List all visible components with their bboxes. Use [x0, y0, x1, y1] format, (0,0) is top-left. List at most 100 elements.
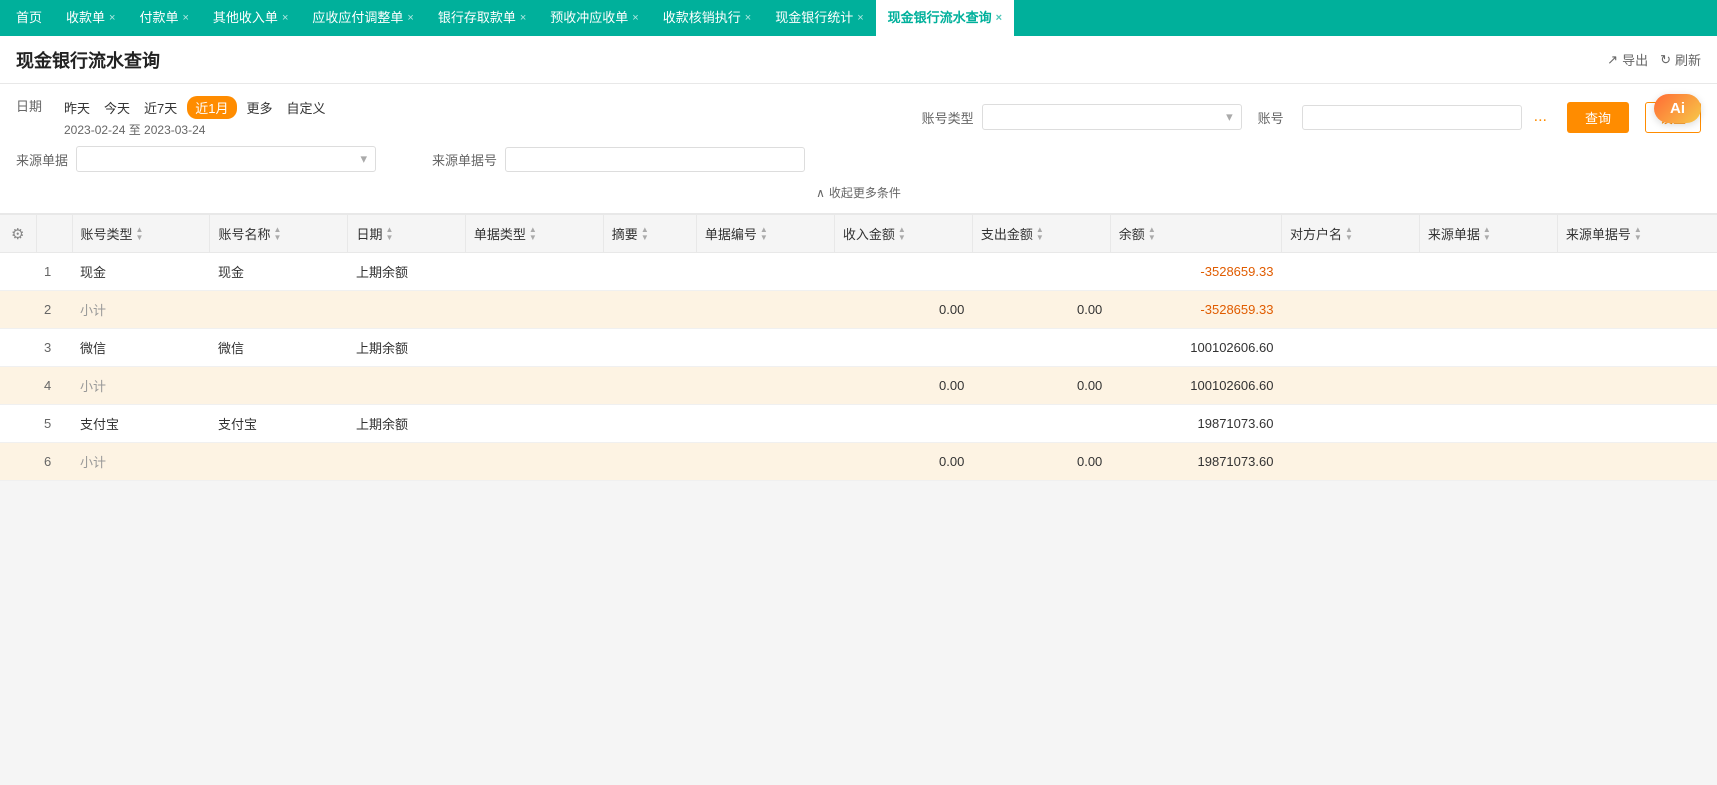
- cell-account-name: [210, 367, 348, 405]
- date-option-近1月[interactable]: 近1月: [187, 96, 236, 119]
- account-type-group: 账号类型 ▾: [922, 104, 1242, 130]
- table-row: 3微信微信上期余额100102606.60: [0, 329, 1717, 367]
- date-option-更多[interactable]: 更多: [243, 96, 277, 119]
- date-range: 2023-02-24 至 2023-03-24: [64, 121, 330, 138]
- sort-arrows-balance: ▲▼: [1148, 226, 1156, 242]
- table-row: 5支付宝支付宝上期余额19871073.60: [0, 405, 1717, 443]
- nav-item-应收应付调整单[interactable]: 应收应付调整单×: [300, 0, 425, 36]
- date-label: 日期: [16, 96, 52, 115]
- date-option-昨天[interactable]: 昨天: [60, 96, 94, 119]
- close-icon[interactable]: ×: [282, 0, 288, 36]
- filter-area: 日期 昨天今天近7天近1月更多自定义 2023-02-24 至 2023-03-…: [0, 84, 1717, 214]
- nav-item-付款单[interactable]: 付款单×: [127, 0, 200, 36]
- header-actions: ↗ 导出 ↻ 刷新: [1607, 50, 1701, 69]
- col-header-source_doc_no[interactable]: 来源单据号▲▼: [1557, 215, 1717, 253]
- cell-account-name: 微信: [210, 329, 348, 367]
- gear-icon[interactable]: ⚙: [11, 226, 24, 243]
- collapse-up-icon: ∧: [816, 186, 825, 200]
- main-table: ⚙账号类型▲▼账号名称▲▼日期▲▼单据类型▲▼摘要▲▼单据编号▲▼收入金额▲▼支…: [0, 214, 1717, 481]
- account-type-select[interactable]: ▾: [982, 104, 1242, 130]
- source-doc-group: 来源单据 ▾: [16, 146, 376, 172]
- nav-item-收款单[interactable]: 收款单×: [54, 0, 127, 36]
- col-header-account_type[interactable]: 账号类型▲▼: [72, 215, 210, 253]
- table-row: 6小计0.000.0019871073.60: [0, 443, 1717, 481]
- col-header-doc_no[interactable]: 单据编号▲▼: [696, 215, 834, 253]
- col-header-counterpart[interactable]: 对方户名▲▼: [1281, 215, 1419, 253]
- close-icon[interactable]: ×: [520, 0, 526, 36]
- col-header-source_doc[interactable]: 来源单据▲▼: [1419, 215, 1557, 253]
- close-icon[interactable]: ×: [109, 0, 115, 36]
- nav-item-预收冲应收单[interactable]: 预收冲应收单×: [538, 0, 650, 36]
- sort-arrows-account_type: ▲▼: [136, 226, 144, 242]
- close-icon[interactable]: ×: [407, 0, 413, 36]
- date-option-近7天[interactable]: 近7天: [140, 96, 181, 119]
- date-filter-group: 日期 昨天今天近7天近1月更多自定义 2023-02-24 至 2023-03-…: [16, 96, 330, 138]
- source-doc-select[interactable]: ▾: [76, 146, 376, 172]
- refresh-button[interactable]: ↻ 刷新: [1660, 50, 1701, 69]
- cell-account-type: 小计: [72, 367, 210, 405]
- table-container: ⚙账号类型▲▼账号名称▲▼日期▲▼单据类型▲▼摘要▲▼单据编号▲▼收入金额▲▼支…: [0, 214, 1717, 481]
- col-header-num: [36, 215, 72, 253]
- cell-account-type: 微信: [72, 329, 210, 367]
- export-icon: ↗: [1607, 52, 1618, 68]
- col-header-date[interactable]: 日期▲▼: [348, 215, 465, 253]
- nav-item-其他收入单[interactable]: 其他收入单×: [201, 0, 300, 36]
- page-header: 现金银行流水查询 ↗ 导出 ↻ 刷新: [0, 36, 1717, 84]
- col-header-account_name[interactable]: 账号名称▲▼: [210, 215, 348, 253]
- cell-account-type: 支付宝: [72, 405, 210, 443]
- close-icon[interactable]: ×: [182, 0, 188, 36]
- filter-row-1: 日期 昨天今天近7天近1月更多自定义 2023-02-24 至 2023-03-…: [16, 96, 1701, 138]
- col-header-balance[interactable]: 余额▲▼: [1110, 215, 1281, 253]
- col-header-settings: ⚙: [0, 215, 36, 253]
- table-row: 4小计0.000.00100102606.60: [0, 367, 1717, 405]
- close-icon[interactable]: ×: [857, 0, 863, 36]
- cell-date: 上期余额: [348, 405, 465, 443]
- col-header-expense[interactable]: 支出金额▲▼: [972, 215, 1110, 253]
- account-more-button[interactable]: ...: [1530, 108, 1551, 126]
- date-option-今天[interactable]: 今天: [100, 96, 134, 119]
- close-icon[interactable]: ×: [745, 0, 751, 36]
- export-button[interactable]: ↗ 导出: [1607, 50, 1648, 69]
- refresh-icon: ↻: [1660, 52, 1671, 68]
- source-doc-label: 来源单据: [16, 150, 68, 169]
- cell-account-name: [210, 291, 348, 329]
- ai-badge[interactable]: Ai: [1654, 94, 1701, 123]
- collapse-bar[interactable]: ∧ 收起更多条件: [16, 180, 1701, 201]
- nav-item-首页[interactable]: 首页: [4, 0, 54, 36]
- account-label: 账号: [1258, 108, 1294, 127]
- sort-arrows-source_doc: ▲▼: [1483, 226, 1491, 242]
- chevron-down-icon2: ▾: [360, 151, 367, 167]
- row-num: 6: [36, 443, 72, 481]
- account-group: 账号 ...: [1258, 105, 1551, 130]
- source-doc-no-input[interactable]: [505, 147, 805, 172]
- sort-arrows-account_name: ▲▼: [273, 226, 281, 242]
- sort-arrows-doc_type: ▲▼: [529, 226, 537, 242]
- account-input[interactable]: [1302, 105, 1522, 130]
- date-option-自定义[interactable]: 自定义: [283, 96, 330, 119]
- close-icon[interactable]: ×: [996, 0, 1002, 36]
- cell-date: 上期余额: [348, 253, 465, 291]
- col-header-doc_type[interactable]: 单据类型▲▼: [465, 215, 603, 253]
- nav-item-现金银行流水查询[interactable]: 现金银行流水查询×: [876, 0, 1014, 36]
- account-type-label: 账号类型: [922, 108, 974, 127]
- table-row: 2小计0.000.00-3528659.33: [0, 291, 1717, 329]
- row-num: 4: [36, 367, 72, 405]
- cell-account-name: [210, 443, 348, 481]
- row-num: 2: [36, 291, 72, 329]
- col-header-income[interactable]: 收入金额▲▼: [834, 215, 972, 253]
- filter-row-2: 来源单据 ▾ 来源单据号: [16, 146, 1701, 172]
- nav-item-收款核销执行[interactable]: 收款核销执行×: [651, 0, 763, 36]
- query-button[interactable]: 查询: [1567, 102, 1629, 133]
- nav-item-现金银行统计[interactable]: 现金银行统计×: [763, 0, 875, 36]
- row-num: 3: [36, 329, 72, 367]
- cell-date: [348, 443, 465, 481]
- sort-arrows-source_doc_no: ▲▼: [1634, 226, 1642, 242]
- nav-item-银行存取款单[interactable]: 银行存取款单×: [426, 0, 538, 36]
- source-doc-no-group: 来源单据号: [432, 147, 805, 172]
- close-icon[interactable]: ×: [632, 0, 638, 36]
- cell-account-name: 现金: [210, 253, 348, 291]
- sort-arrows-date: ▲▼: [385, 226, 393, 242]
- cell-account-type: 现金: [72, 253, 210, 291]
- row-num: 1: [36, 253, 72, 291]
- col-header-summary[interactable]: 摘要▲▼: [603, 215, 696, 253]
